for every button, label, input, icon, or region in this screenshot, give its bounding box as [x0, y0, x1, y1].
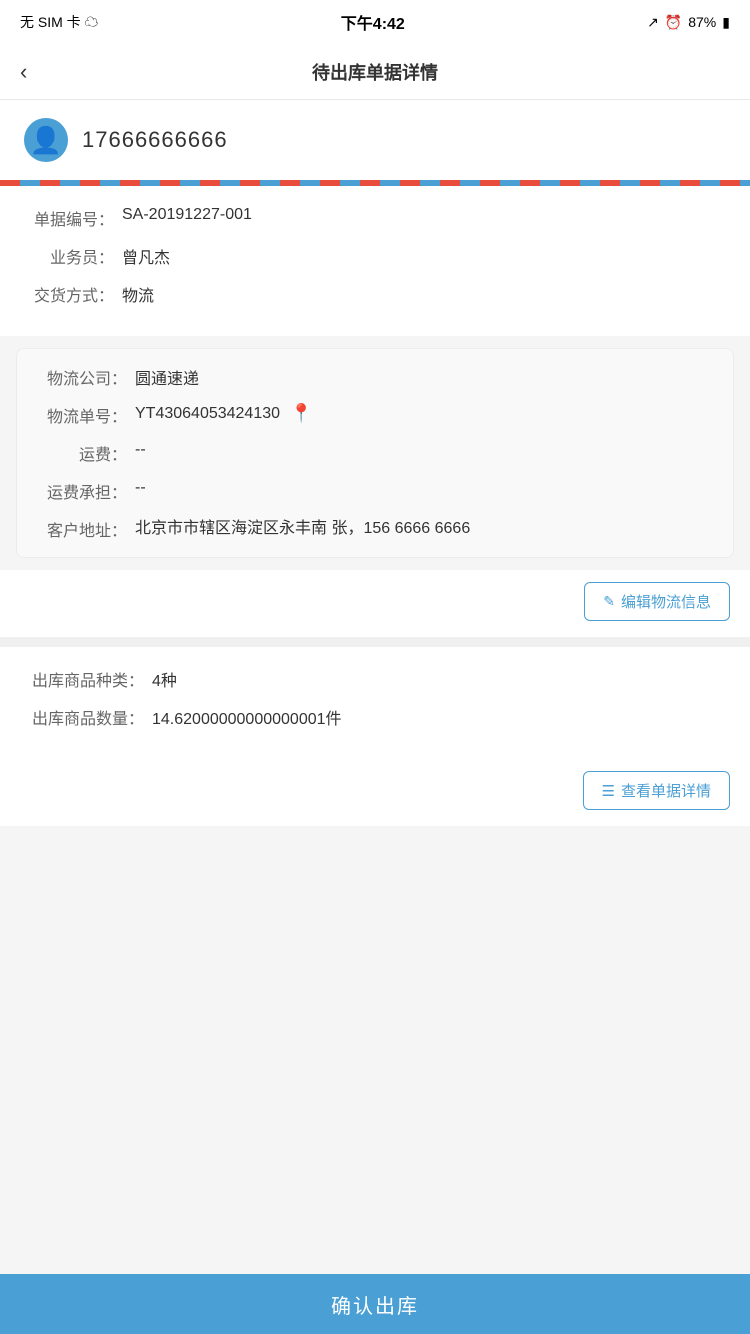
- location-status-icon: ↗: [647, 14, 659, 31]
- back-button[interactable]: ‹: [20, 59, 27, 85]
- logistics-company-label: 物流公司：: [37, 365, 127, 389]
- view-details-label: 查看单据详情: [621, 780, 711, 801]
- goods-types-label: 出库商品种类：: [24, 667, 144, 691]
- address-value: 北京市市辖区海淀区永丰南 张，156 6666 6666: [135, 517, 713, 541]
- bottom-spacer: [0, 826, 750, 1006]
- address-row: 客户地址： 北京市市辖区海淀区永丰南 张，156 6666 6666: [37, 517, 713, 541]
- freight-label: 运费：: [37, 441, 127, 465]
- goods-quantity-value: 14.62000000000000001件: [152, 705, 726, 729]
- salesman-label: 业务员：: [24, 244, 114, 268]
- logistics-company-row: 物流公司： 圆通速递: [37, 365, 713, 389]
- order-no-value: SA-20191227-001: [122, 206, 726, 224]
- goods-types-row: 出库商品种类： 4种: [24, 667, 726, 691]
- status-bar: 无 SIM 卡 ☁ 下午4:42 ↗ ⏰ 87% ▮: [0, 0, 750, 44]
- tracking-number: YT43064053424130: [135, 405, 280, 423]
- confirm-button-area: 确认出库: [0, 1274, 750, 1334]
- goods-types-value: 4种: [152, 667, 726, 691]
- list-icon: ☰: [602, 782, 615, 800]
- goods-quantity-row: 出库商品数量： 14.62000000000000001件: [24, 705, 726, 729]
- battery-text: 87%: [688, 14, 716, 30]
- salesman-value: 曾凡杰: [122, 244, 726, 268]
- delivery-label: 交货方式：: [24, 282, 114, 306]
- person-icon: 👤: [30, 125, 62, 156]
- logistics-company-value: 圆通速递: [135, 365, 713, 389]
- customer-phone: 17666666666: [82, 127, 228, 153]
- freight-row: 运费： --: [37, 441, 713, 465]
- freight-bearer-row: 运费承担： --: [37, 479, 713, 503]
- order-info-section: 单据编号： SA-20191227-001 业务员： 曾凡杰 交货方式： 物流: [0, 186, 750, 336]
- status-left: 无 SIM 卡 ☁: [20, 12, 99, 32]
- view-details-area: ☰ 查看单据详情: [0, 759, 750, 826]
- avatar: 👤: [24, 118, 68, 162]
- sim-status: 无 SIM 卡 ☁: [20, 12, 99, 32]
- edit-logistics-label: 编辑物流信息: [621, 591, 711, 612]
- order-no-label: 单据编号：: [24, 206, 114, 230]
- nav-bar: ‹ 待出库单据详情: [0, 44, 750, 100]
- tracking-value-container: YT43064053424130 📍: [135, 403, 713, 424]
- page-title: 待出库单据详情: [312, 59, 438, 85]
- logistics-tracking-row: 物流单号： YT43064053424130 📍: [37, 403, 713, 427]
- confirm-outbound-button[interactable]: 确认出库: [0, 1274, 750, 1334]
- alarm-icon: ⏰: [665, 14, 682, 31]
- delivery-row: 交货方式： 物流: [24, 282, 726, 306]
- edit-logistics-button[interactable]: ✎ 编辑物流信息: [584, 582, 730, 621]
- edit-icon: ✎: [603, 593, 615, 610]
- map-pin-icon[interactable]: 📍: [290, 403, 312, 424]
- status-right: ↗ ⏰ 87% ▮: [647, 14, 730, 31]
- freight-value: --: [135, 441, 713, 459]
- battery-icon: ▮: [722, 14, 730, 31]
- address-label: 客户地址：: [37, 517, 127, 541]
- section-divider: [0, 637, 750, 647]
- edit-logistics-area: ✎ 编辑物流信息: [0, 570, 750, 637]
- goods-quantity-label: 出库商品数量：: [24, 705, 144, 729]
- freight-bearer-value: --: [135, 479, 713, 497]
- logistics-tracking-label: 物流单号：: [37, 403, 127, 427]
- status-time: 下午4:42: [341, 10, 405, 34]
- salesman-row: 业务员： 曾凡杰: [24, 244, 726, 268]
- customer-section: 👤 17666666666: [0, 100, 750, 180]
- logistics-card: 物流公司： 圆通速递 物流单号： YT43064053424130 📍 运费： …: [16, 348, 734, 558]
- goods-section: 出库商品种类： 4种 出库商品数量： 14.62000000000000001件: [0, 647, 750, 759]
- freight-bearer-label: 运费承担：: [37, 479, 127, 503]
- delivery-value: 物流: [122, 282, 726, 306]
- order-no-row: 单据编号： SA-20191227-001: [24, 206, 726, 230]
- view-details-button[interactable]: ☰ 查看单据详情: [583, 771, 730, 810]
